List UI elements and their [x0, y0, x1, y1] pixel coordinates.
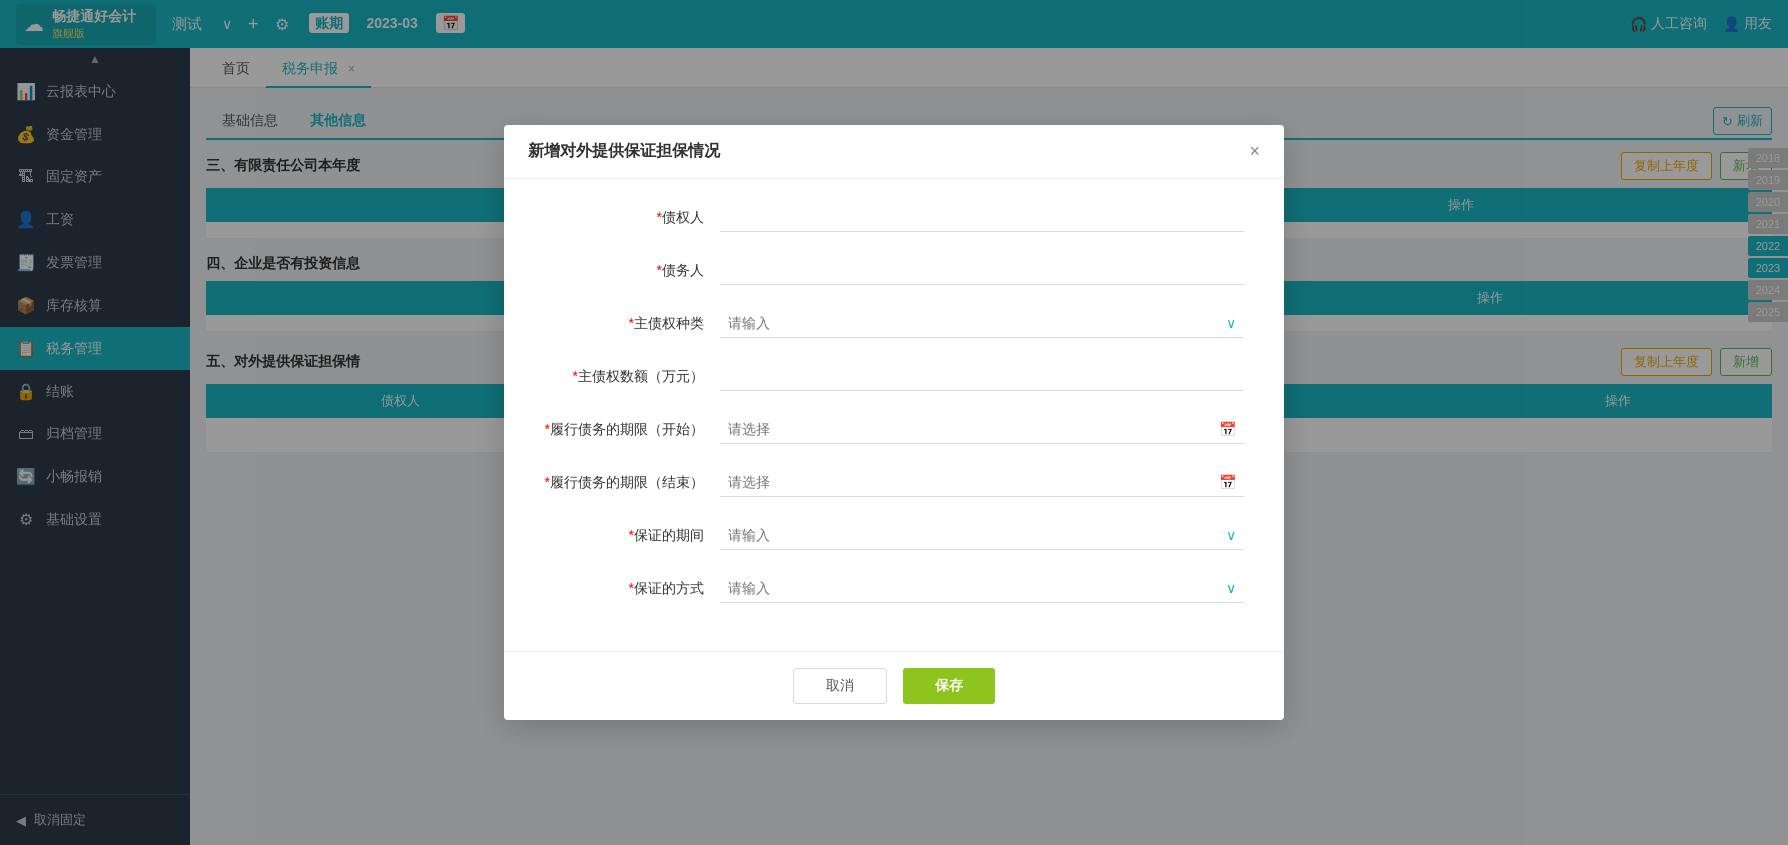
- date-period-start: 📅: [720, 415, 1244, 444]
- chevron-down-guarantee-period-icon[interactable]: ∨: [1226, 527, 1244, 543]
- modal-body: *债权人 *债务人 *主债权种类 ∨: [504, 179, 1284, 651]
- label-debtor: *债务人: [544, 262, 704, 280]
- input-debtor[interactable]: [720, 256, 1244, 285]
- save-button[interactable]: 保存: [903, 668, 995, 704]
- label-guarantee-method: *保证的方式: [544, 580, 704, 598]
- modal-close-button[interactable]: ×: [1249, 141, 1260, 162]
- form-row-guarantee-period: *保证的期间 ∨: [544, 521, 1244, 550]
- label-debt-type: *主债权种类: [544, 315, 704, 333]
- input-debt-amount[interactable]: [720, 362, 1244, 391]
- label-guarantee-period: *保证的期间: [544, 527, 704, 545]
- label-debt-amount: *主债权数额（万元）: [544, 368, 704, 386]
- select-debt-type-input[interactable]: [720, 309, 1226, 337]
- select-guarantee-method: ∨: [720, 574, 1244, 603]
- form-row-creditor: *债权人: [544, 203, 1244, 232]
- form-row-debt-amount: *主债权数额（万元）: [544, 362, 1244, 391]
- date-period-end-input[interactable]: [720, 468, 1219, 496]
- form-row-period-end: *履行债务的期限（结束） 📅: [544, 468, 1244, 497]
- chevron-down-guarantee-method-icon[interactable]: ∨: [1226, 580, 1244, 596]
- form-row-debtor: *债务人: [544, 256, 1244, 285]
- label-period-end: *履行债务的期限（结束）: [544, 474, 704, 492]
- modal-footer: 取消 保存: [504, 651, 1284, 720]
- label-period-start: *履行债务的期限（开始）: [544, 421, 704, 439]
- form-row-guarantee-method: *保证的方式 ∨: [544, 574, 1244, 603]
- date-period-start-input[interactable]: [720, 415, 1219, 443]
- label-creditor: *债权人: [544, 209, 704, 227]
- form-row-debt-type: *主债权种类 ∨: [544, 309, 1244, 338]
- input-creditor[interactable]: [720, 203, 1244, 232]
- select-guarantee-period-input[interactable]: [720, 521, 1226, 549]
- select-guarantee-period: ∨: [720, 521, 1244, 550]
- calendar-start-icon[interactable]: 📅: [1219, 421, 1244, 437]
- select-debt-type: ∨: [720, 309, 1244, 338]
- chevron-down-icon[interactable]: ∨: [1226, 315, 1244, 331]
- modal-overlay: 新增对外提供保证担保情况 × *债权人 *债务人 *主债权种类: [0, 0, 1788, 845]
- modal: 新增对外提供保证担保情况 × *债权人 *债务人 *主债权种类: [504, 125, 1284, 720]
- modal-title: 新增对外提供保证担保情况: [528, 141, 720, 162]
- form-row-period-start: *履行债务的期限（开始） 📅: [544, 415, 1244, 444]
- date-period-end: 📅: [720, 468, 1244, 497]
- modal-header: 新增对外提供保证担保情况 ×: [504, 125, 1284, 179]
- select-guarantee-method-input[interactable]: [720, 574, 1226, 602]
- calendar-end-icon[interactable]: 📅: [1219, 474, 1244, 490]
- cancel-button[interactable]: 取消: [793, 668, 887, 704]
